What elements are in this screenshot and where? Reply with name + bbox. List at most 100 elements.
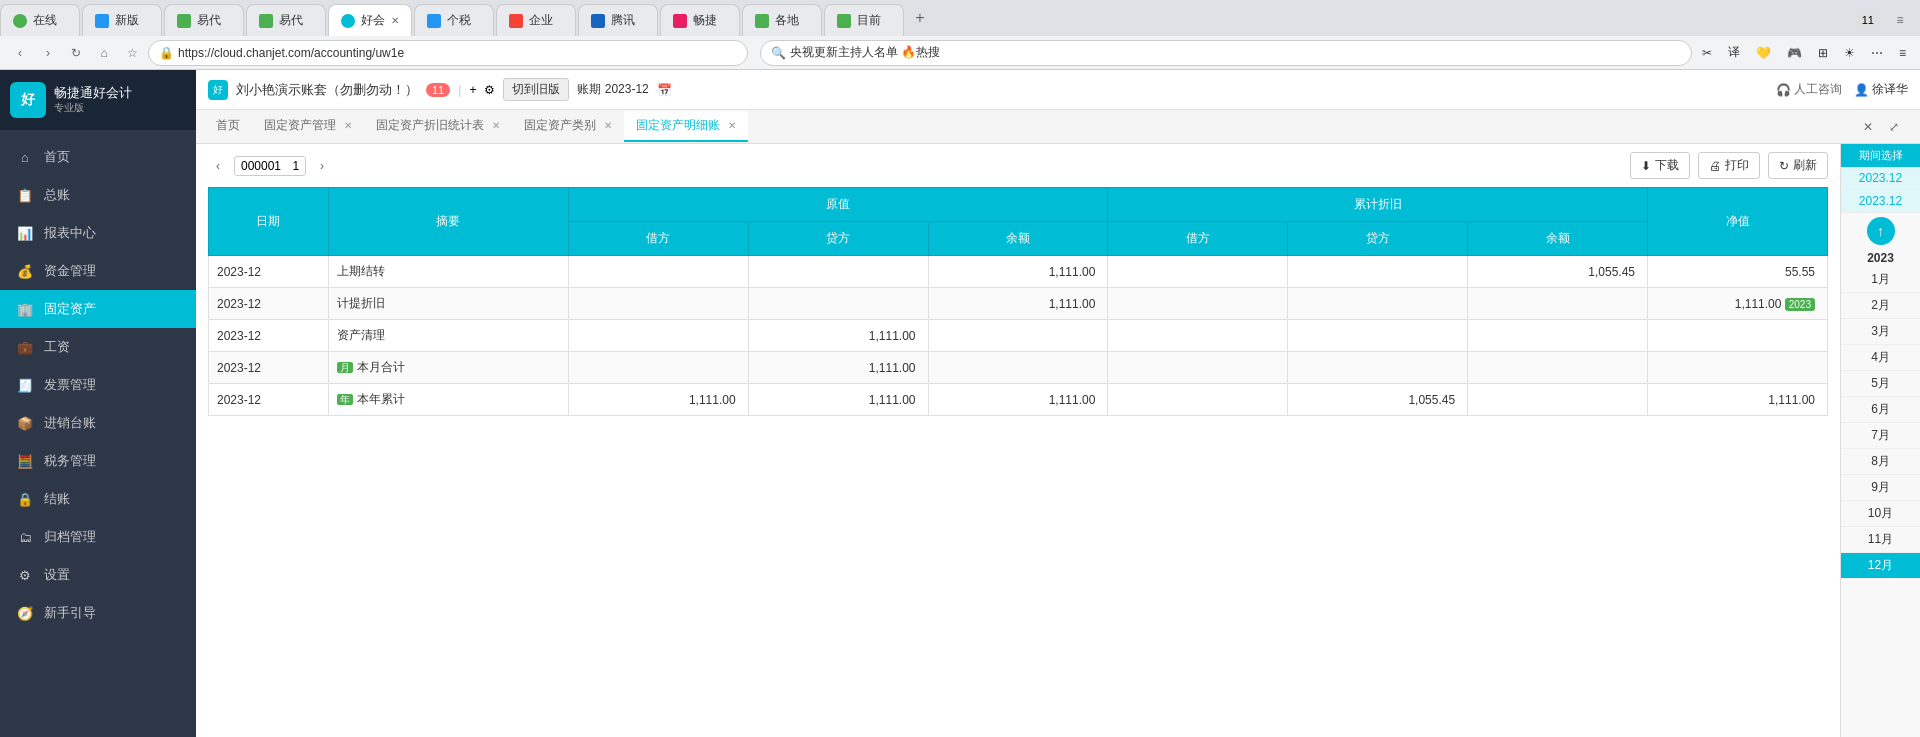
scissors-btn[interactable]: ✂ bbox=[1696, 44, 1718, 62]
download-btn[interactable]: ⬇ 下载 bbox=[1630, 152, 1690, 179]
tab-close-detail[interactable]: ✕ bbox=[728, 120, 736, 131]
period-up-btn[interactable]: ↑ bbox=[1867, 217, 1895, 245]
game-btn[interactable]: 🎮 bbox=[1781, 44, 1808, 62]
browser-tab-9[interactable]: 畅捷 bbox=[660, 4, 740, 36]
home-icon: ⌂ bbox=[16, 148, 34, 166]
grid-btn[interactable]: ⊞ bbox=[1812, 44, 1834, 62]
browser-tab-6[interactable]: 个税 bbox=[414, 4, 494, 36]
period-month-3[interactable]: 3月 bbox=[1841, 319, 1920, 345]
wallet-btn[interactable]: 💛 bbox=[1750, 44, 1777, 62]
browser-tab-4[interactable]: 易代 bbox=[246, 4, 326, 36]
period-panel-header: 期间选择 bbox=[1841, 144, 1920, 167]
nav-controls: ‹ 000001 1 › bbox=[208, 156, 332, 176]
print-icon: 🖨 bbox=[1709, 159, 1721, 173]
sidebar-item-salary[interactable]: 💼 工资 bbox=[0, 328, 196, 366]
period-selected-bottom[interactable]: 2023.12 bbox=[1841, 190, 1920, 213]
period-month-7[interactable]: 7月 bbox=[1841, 423, 1920, 449]
tab-close-dep-stats[interactable]: ✕ bbox=[492, 120, 500, 131]
search-bar[interactable]: 🔍 央视更新主持人名单 🔥热搜 bbox=[760, 40, 1692, 66]
new-tab-button[interactable]: + bbox=[906, 4, 934, 32]
page-total: 1 bbox=[292, 159, 299, 173]
browser-tab-5-active[interactable]: 好会 ✕ bbox=[328, 4, 412, 36]
tab-asset-mgmt-label: 固定资产管理 bbox=[264, 117, 336, 134]
tab-icon-1 bbox=[13, 14, 27, 28]
settings-small-btn[interactable]: ⚙ bbox=[484, 83, 495, 97]
refresh-button[interactable]: ↻ bbox=[64, 41, 88, 65]
sidebar-item-close[interactable]: 🔒 结账 bbox=[0, 480, 196, 518]
sidebar-item-tax[interactable]: 🧮 税务管理 bbox=[0, 442, 196, 480]
account-name[interactable]: 刘小艳演示账套（勿删勿动！） bbox=[236, 81, 418, 99]
refresh-data-btn[interactable]: ↻ 刷新 bbox=[1768, 152, 1828, 179]
sidebar-item-asset[interactable]: 🏢 固定资产 bbox=[0, 290, 196, 328]
sidebar-item-settings[interactable]: ⚙ 设置 bbox=[0, 556, 196, 594]
add-account-btn[interactable]: + bbox=[469, 83, 476, 97]
sidebar-item-fund[interactable]: 💰 资金管理 bbox=[0, 252, 196, 290]
close-all-tabs-btn[interactable]: ✕ bbox=[1858, 117, 1878, 137]
more-btn[interactable]: ⋯ bbox=[1865, 44, 1889, 62]
page-input-box: 000001 1 bbox=[234, 156, 306, 176]
cell-orig-debit bbox=[568, 352, 748, 384]
period-selected-top[interactable]: 2023.12 bbox=[1841, 167, 1920, 190]
tab-asset-category[interactable]: 固定资产类别 ✕ bbox=[512, 111, 624, 142]
sidebar-item-archive[interactable]: 🗂 归档管理 bbox=[0, 518, 196, 556]
browser-tab-1[interactable]: 在线 bbox=[0, 4, 80, 36]
logo-subtitle: 专业版 bbox=[54, 101, 132, 115]
settings-browser-btn[interactable]: ≡ bbox=[1893, 44, 1912, 62]
tab-depreciation-stats[interactable]: 固定资产折旧统计表 ✕ bbox=[364, 111, 512, 142]
home-button[interactable]: ⌂ bbox=[92, 41, 116, 65]
prev-page-btn[interactable]: ‹ bbox=[208, 156, 228, 176]
print-btn[interactable]: 🖨 打印 bbox=[1698, 152, 1760, 179]
translate-btn[interactable]: 译 bbox=[1722, 42, 1746, 63]
tab-label-2: 新版 bbox=[115, 12, 139, 29]
sidebar-item-invoice[interactable]: 🧾 发票管理 bbox=[0, 366, 196, 404]
tab-label-5: 好会 bbox=[361, 12, 385, 29]
sidebar-item-ledger[interactable]: 📋 总账 bbox=[0, 176, 196, 214]
calendar-icon[interactable]: 📅 bbox=[657, 83, 672, 97]
cell-orig-balance bbox=[928, 352, 1108, 384]
tab-asset-detail[interactable]: 固定资产明细账 ✕ bbox=[624, 111, 748, 142]
forward-button[interactable]: › bbox=[36, 41, 60, 65]
sidebar-item-home[interactable]: ⌂ 首页 bbox=[0, 138, 196, 176]
period-month-4[interactable]: 4月 bbox=[1841, 345, 1920, 371]
ledger-icon: 📋 bbox=[16, 186, 34, 204]
browser-menu-btn[interactable]: ≡ bbox=[1888, 8, 1912, 32]
period-month-1[interactable]: 1月 bbox=[1841, 267, 1920, 293]
help-btn[interactable]: 🎧 人工咨询 bbox=[1776, 81, 1842, 98]
help-label: 人工咨询 bbox=[1794, 81, 1842, 98]
period-month-9[interactable]: 9月 bbox=[1841, 475, 1920, 501]
sidebar-item-report[interactable]: 📊 报表中心 bbox=[0, 214, 196, 252]
brightness-btn[interactable]: ☀ bbox=[1838, 44, 1861, 62]
tab-label-11: 目前 bbox=[857, 12, 881, 29]
period-month-12[interactable]: 12月 bbox=[1841, 553, 1920, 579]
tab-close-5[interactable]: ✕ bbox=[391, 15, 399, 26]
period-month-2[interactable]: 2月 bbox=[1841, 293, 1920, 319]
browser-tab-10[interactable]: 各地 bbox=[742, 4, 822, 36]
tab-category-label: 固定资产类别 bbox=[524, 117, 596, 134]
switch-version-btn[interactable]: 切到旧版 bbox=[503, 78, 569, 101]
browser-tab-7[interactable]: 企业 bbox=[496, 4, 576, 36]
tab-close-asset-mgmt[interactable]: ✕ bbox=[344, 120, 352, 131]
sidebar-item-guide[interactable]: 🧭 新手引导 bbox=[0, 594, 196, 632]
period-month-11[interactable]: 11月 bbox=[1841, 527, 1920, 553]
back-button[interactable]: ‹ bbox=[8, 41, 32, 65]
period-month-8[interactable]: 8月 bbox=[1841, 449, 1920, 475]
user-btn[interactable]: 👤 徐译华 bbox=[1854, 81, 1908, 98]
browser-tab-8[interactable]: 腾讯 bbox=[578, 4, 658, 36]
next-page-btn[interactable]: › bbox=[312, 156, 332, 176]
period-badge: 11 bbox=[426, 83, 450, 97]
sidebar-item-purchase[interactable]: 📦 进销台账 bbox=[0, 404, 196, 442]
period-month-6[interactable]: 6月 bbox=[1841, 397, 1920, 423]
asset-icon: 🏢 bbox=[16, 300, 34, 318]
tab-close-category[interactable]: ✕ bbox=[604, 120, 612, 131]
expand-tabs-btn[interactable]: ⤢ bbox=[1884, 117, 1904, 137]
period-month-10[interactable]: 10月 bbox=[1841, 501, 1920, 527]
address-bar[interactable]: 🔒 https://cloud.chanjet.com/accounting/u… bbox=[148, 40, 748, 66]
col-orig-debit: 借方 bbox=[568, 222, 748, 256]
period-month-5[interactable]: 5月 bbox=[1841, 371, 1920, 397]
browser-tab-2[interactable]: 新版 bbox=[82, 4, 162, 36]
browser-tab-11[interactable]: 目前 bbox=[824, 4, 904, 36]
tab-fixed-asset-mgmt[interactable]: 固定资产管理 ✕ bbox=[252, 111, 364, 142]
tab-home[interactable]: 首页 bbox=[204, 111, 252, 142]
bookmark-button[interactable]: ☆ bbox=[120, 41, 144, 65]
browser-tab-3[interactable]: 易代 bbox=[164, 4, 244, 36]
